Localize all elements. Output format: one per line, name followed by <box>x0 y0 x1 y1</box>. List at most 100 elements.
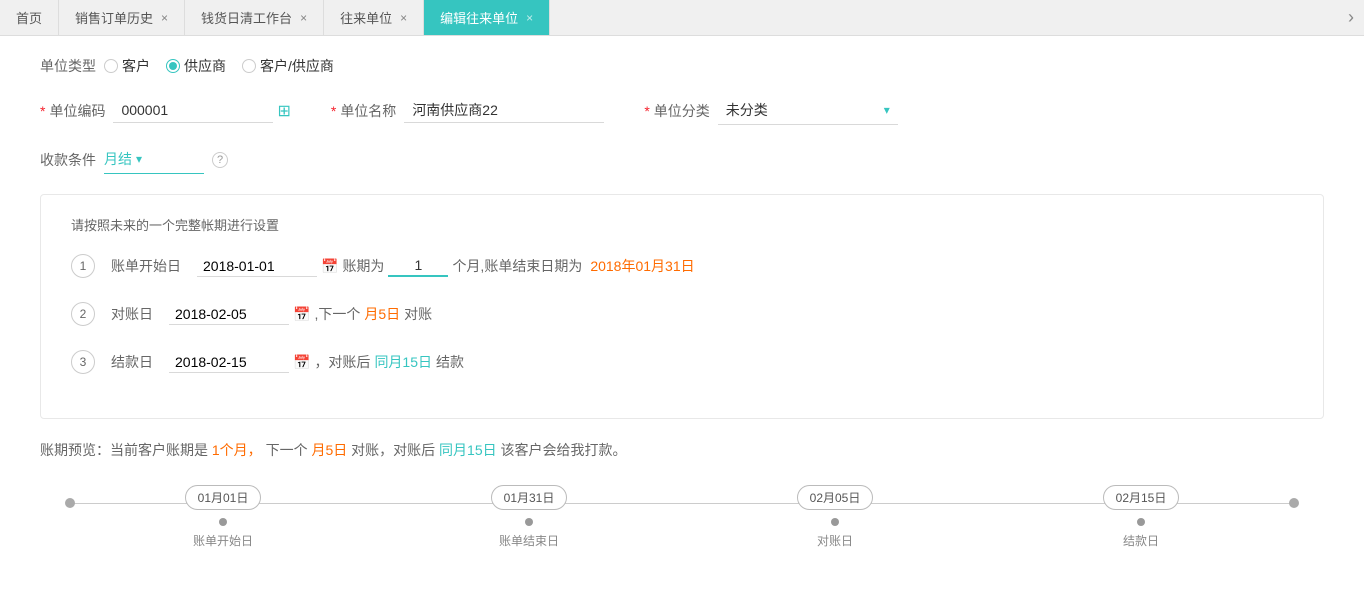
radio-customer[interactable]: 客户 <box>104 56 150 76</box>
tab-partner-unit[interactable]: 往来单位 × <box>324 0 424 35</box>
period-end-date: 2018年01月31日 <box>590 256 694 276</box>
timeline-item-2: 02月05日 对账日 <box>797 485 874 549</box>
chevron-down-icon: ▾ <box>136 152 142 166</box>
unit-type-label: 单位类型 <box>40 56 96 76</box>
timeline-items: 01月01日 账单开始日 01月31日 账单结束日 02月05日 对账日 02月… <box>70 485 1294 549</box>
tab-cash-goods-workbench[interactable]: 钱货日清工作台 × <box>185 0 324 35</box>
radio-label-customer: 客户 <box>122 56 150 76</box>
step-label-2: 对账日 <box>111 304 153 324</box>
period-unit-text: 个月,账单结束日期为 <box>452 256 582 276</box>
unit-classify-select[interactable]: 未分类 ▾ <box>718 96 898 125</box>
tab-label: 销售订单历史 <box>75 8 153 27</box>
tab-close-icon[interactable]: × <box>526 11 533 25</box>
timeline-dot-2 <box>831 518 839 526</box>
tab-close-icon[interactable]: × <box>400 11 407 25</box>
preview-part2-highlight: 月5日 <box>311 442 347 458</box>
tab-label: 编辑往来单位 <box>440 8 518 27</box>
unit-type-radio-group: 客户 供应商 客户/供应商 <box>104 56 334 76</box>
step2-suffix-before: ,下一个 <box>314 304 360 324</box>
radio-circle-customer-supplier <box>242 59 256 73</box>
payment-condition-value: 月结 <box>104 149 132 169</box>
copy-icon[interactable]: ⊞ <box>277 101 290 121</box>
payment-condition-row: 收款条件 月结 ▾ ? <box>40 145 1324 174</box>
step-num-3: 3 <box>71 350 95 374</box>
timeline-dot-3 <box>1137 518 1145 526</box>
payment-condition-label: 收款条件 <box>40 150 96 170</box>
radio-circle-customer <box>104 59 118 73</box>
step-date-input-3[interactable] <box>169 352 289 373</box>
timeline-badge-3: 02月15日 <box>1103 485 1180 510</box>
required-star: * <box>331 103 336 119</box>
timeline-badge-1: 01月31日 <box>491 485 568 510</box>
step-row-2: 2 对账日 📅 ,下一个 月5日 对账 <box>71 302 1293 326</box>
timeline-wrapper: 01月01日 账单开始日 01月31日 账单结束日 02月05日 对账日 02月… <box>40 485 1324 549</box>
step-row-1: 1 账单开始日 📅 账期为 个月,账单结束日期为 2018年01月31日 <box>71 254 1293 278</box>
step3-suffix-before: ，对账后 <box>314 352 370 372</box>
unit-name-label: 单位名称 <box>340 101 396 121</box>
tab-sales-order-history[interactable]: 销售订单历史 × <box>59 0 185 35</box>
step3-suffix-highlight: 同月15日 <box>374 352 432 372</box>
timeline-item-3: 02月15日 结款日 <box>1103 485 1180 549</box>
preview-part1: 1个月， <box>212 442 262 458</box>
unit-code-label: 单位编码 <box>49 101 105 121</box>
preview-suffix: 该客户会给我打款。 <box>501 442 627 458</box>
preview-part3-highlight: 同月15日 <box>439 442 497 458</box>
help-icon[interactable]: ? <box>212 152 228 168</box>
preview-part2-before: 下一个 <box>266 442 308 458</box>
chevron-down-icon: ▾ <box>884 103 890 117</box>
tab-more-button[interactable]: › <box>1338 0 1364 35</box>
tab-home[interactable]: 首页 <box>0 0 59 35</box>
tab-label: 钱货日清工作台 <box>201 8 292 27</box>
step-num-1: 1 <box>71 254 95 278</box>
step-row-3: 3 结款日 📅 ，对账后 同月15日 结款 <box>71 350 1293 374</box>
preview-text: 账期预览：当前客户账期是 1个月， 下一个 月5日 对账，对账后 同月15日 该… <box>40 439 1324 461</box>
unit-name-input[interactable] <box>404 98 604 123</box>
required-star: * <box>40 103 45 119</box>
radio-supplier[interactable]: 供应商 <box>166 56 226 76</box>
radio-label-supplier: 供应商 <box>184 56 226 76</box>
calendar-icon-1[interactable]: 📅 <box>321 258 338 275</box>
calendar-icon-2[interactable]: 📅 <box>293 306 310 323</box>
tab-home-label: 首页 <box>16 8 42 27</box>
unit-classify-field: * 单位分类 未分类 ▾ <box>644 96 897 125</box>
radio-customer-supplier[interactable]: 客户/供应商 <box>242 56 334 76</box>
timeline-item-1: 01月31日 账单结束日 <box>491 485 568 549</box>
step2-suffix-highlight: 月5日 <box>364 304 400 324</box>
step-label-1: 账单开始日 <box>111 256 181 276</box>
unit-info-row: * 单位编码 ⊞ * 单位名称 * 单位分类 未分类 ▾ <box>40 96 1324 125</box>
calendar-icon-3[interactable]: 📅 <box>293 354 310 371</box>
step-date-input-1[interactable] <box>197 256 317 277</box>
panel-hint: 请按照未来的一个完整帐期进行设置 <box>71 215 1293 234</box>
step-num-2: 2 <box>71 302 95 326</box>
tab-edit-partner-unit[interactable]: 编辑往来单位 × <box>424 0 550 35</box>
radio-circle-supplier <box>166 59 180 73</box>
unit-classify-label: 单位分类 <box>654 101 710 121</box>
radio-label-customer-supplier: 客户/供应商 <box>260 56 334 76</box>
timeline-badge-0: 01月01日 <box>185 485 262 510</box>
timeline-item-0: 01月01日 账单开始日 <box>185 485 262 549</box>
unit-code-input[interactable] <box>113 98 273 123</box>
timeline-label-2: 对账日 <box>817 532 853 549</box>
period-label-before: 账期为 <box>342 256 384 276</box>
timeline-dot-0 <box>219 518 227 526</box>
timeline-label-1: 账单结束日 <box>499 532 559 549</box>
payment-condition-select[interactable]: 月结 ▾ <box>104 145 204 174</box>
step2-suffix-after: 对账 <box>404 304 432 324</box>
tab-label: 往来单位 <box>340 8 392 27</box>
period-value-input[interactable] <box>388 255 448 277</box>
period-settings-panel: 请按照未来的一个完整帐期进行设置 1 账单开始日 📅 账期为 个月,账单结束日期… <box>40 194 1324 419</box>
timeline-label-3: 结款日 <box>1123 532 1159 549</box>
step3-suffix-after: 结款 <box>436 352 464 372</box>
unit-type-row: 单位类型 客户 供应商 客户/供应商 <box>40 56 1324 76</box>
unit-classify-value: 未分类 <box>726 100 876 120</box>
main-content: 单位类型 客户 供应商 客户/供应商 * 单位编码 ⊞ * 单位名称 <box>0 36 1364 608</box>
required-star: * <box>644 103 649 119</box>
unit-name-field: * 单位名称 <box>331 98 604 123</box>
preview-part2-after: 对账，对账后 <box>351 442 435 458</box>
tab-close-icon[interactable]: × <box>300 11 307 25</box>
step-label-3: 结款日 <box>111 352 153 372</box>
step-date-input-2[interactable] <box>169 304 289 325</box>
tab-close-icon[interactable]: × <box>161 11 168 25</box>
timeline-dot-1 <box>525 518 533 526</box>
unit-code-field: * 单位编码 ⊞ <box>40 98 291 123</box>
